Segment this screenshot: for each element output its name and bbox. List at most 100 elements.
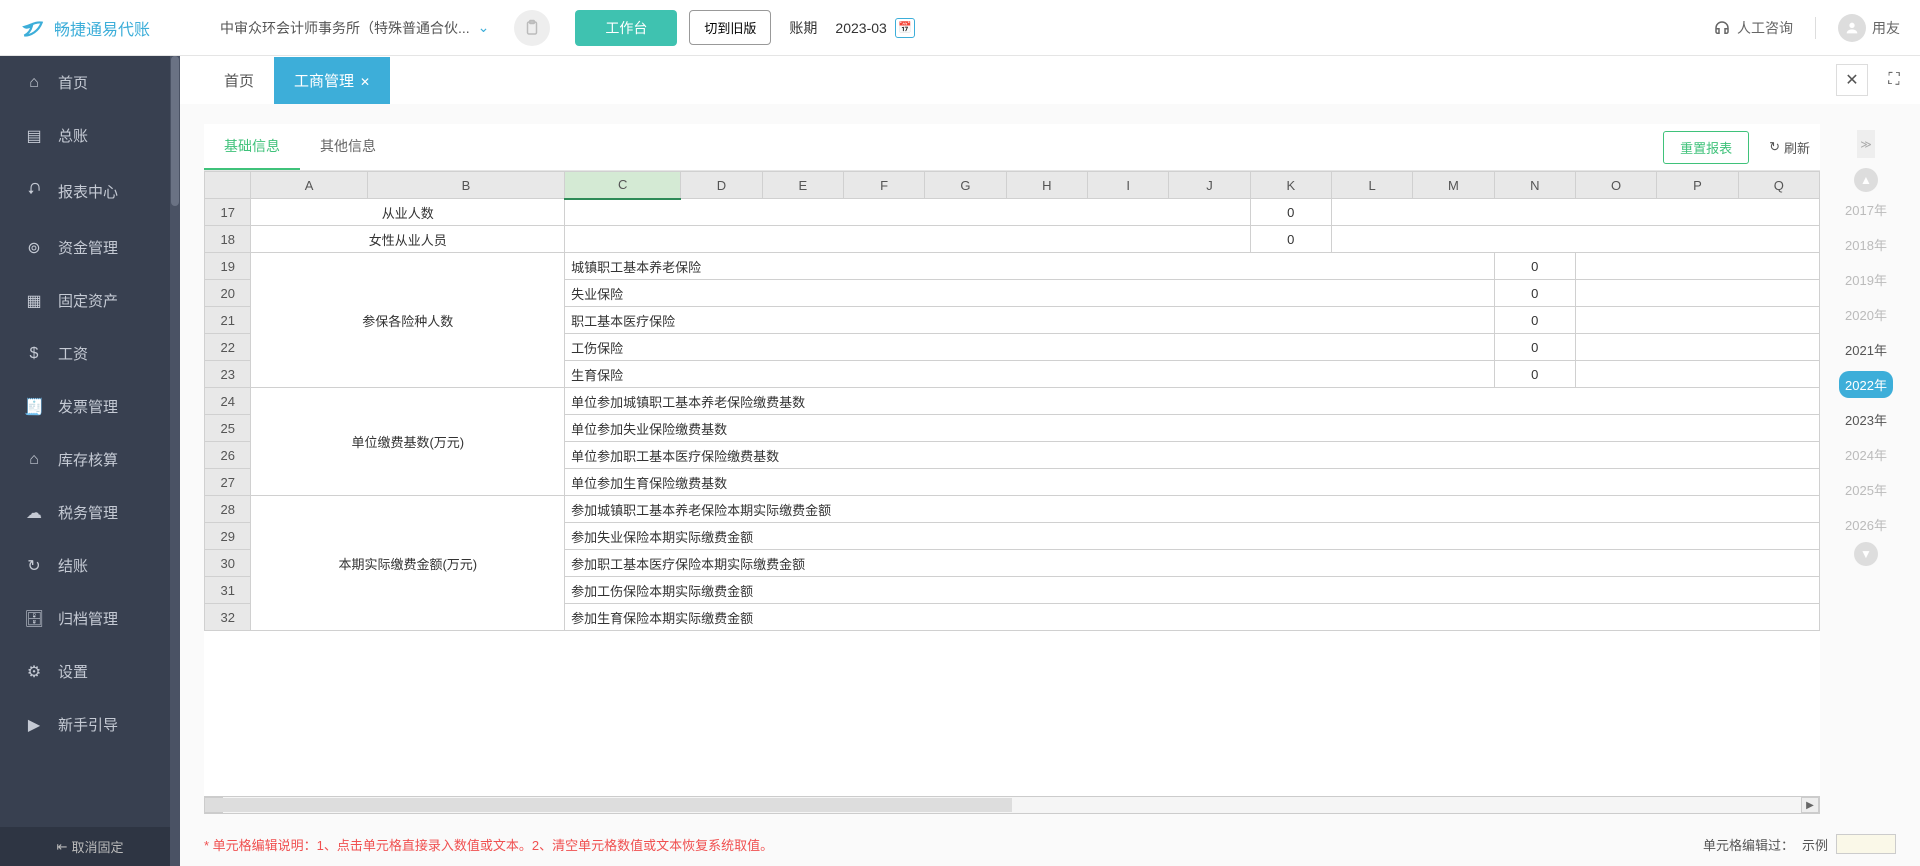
user-menu[interactable]: 用友 — [1838, 14, 1900, 42]
scroll-right-icon[interactable]: ▶ — [1801, 797, 1819, 813]
row-header[interactable]: 25 — [205, 415, 251, 442]
value-cell[interactable]: 0 — [1494, 361, 1575, 388]
col-header-J[interactable]: J — [1169, 172, 1250, 199]
row-header[interactable]: 26 — [205, 442, 251, 469]
data-label-cell[interactable]: 参加生育保险本期实际缴费金额 — [565, 604, 1820, 631]
col-header-N[interactable]: N — [1494, 172, 1575, 199]
sidebar-item-4[interactable]: ▦固定资产 — [0, 274, 180, 327]
row-header[interactable]: 28 — [205, 496, 251, 523]
col-header-M[interactable]: M — [1413, 172, 1494, 199]
row-header[interactable]: 24 — [205, 388, 251, 415]
year-item[interactable]: 2022年 — [1839, 371, 1893, 398]
year-item[interactable]: 2026年 — [1839, 511, 1893, 538]
workbench-button[interactable]: 工作台 — [575, 10, 677, 46]
page-tab-0[interactable]: 首页 — [204, 57, 274, 104]
row-label[interactable]: 女性从业人员 — [251, 226, 565, 253]
page-tab-1[interactable]: 工商管理✕ — [274, 57, 390, 104]
group-label[interactable]: 单位缴费基数(万元) — [251, 388, 565, 496]
sidebar-item-6[interactable]: 🧾发票管理 — [0, 380, 180, 433]
data-label-cell[interactable]: 参加失业保险本期实际缴费金额 — [565, 523, 1820, 550]
sidebar-item-3[interactable]: ⊚资金管理 — [0, 221, 180, 274]
year-item[interactable]: 2024年 — [1839, 441, 1893, 468]
scroll-thumb[interactable] — [205, 798, 1012, 812]
collapse-year-panel-icon[interactable]: ≫ — [1857, 130, 1875, 158]
close-icon[interactable]: ✕ — [360, 75, 370, 89]
year-item[interactable]: 2018年 — [1839, 231, 1893, 258]
sidebar-item-7[interactable]: ⌂库存核算 — [0, 433, 180, 486]
value-cell[interactable]: 0 — [1494, 253, 1575, 280]
data-label-cell[interactable]: 参加城镇职工基本养老保险本期实际缴费金额 — [565, 496, 1820, 523]
col-header-I[interactable]: I — [1087, 172, 1168, 199]
row-header[interactable]: 31 — [205, 577, 251, 604]
data-label-cell[interactable]: 参加工伤保险本期实际缴费金额 — [565, 577, 1820, 604]
grid-row-19[interactable]: 19参保各险种人数城镇职工基本养老保险0 — [205, 253, 1820, 280]
row-header[interactable]: 30 — [205, 550, 251, 577]
org-selector[interactable]: 中审众环会计师事务所（特殊普通合伙... ⌄ — [220, 18, 489, 38]
data-label-cell[interactable]: 参加职工基本医疗保险本期实际缴费金额 — [565, 550, 1820, 577]
data-label-cell[interactable]: 失业保险 — [565, 280, 1494, 307]
row-header[interactable]: 18 — [205, 226, 251, 253]
row-header[interactable]: 32 — [205, 604, 251, 631]
row-header[interactable]: 29 — [205, 523, 251, 550]
row-header[interactable]: 17 — [205, 199, 251, 226]
col-header-A[interactable]: A — [251, 172, 367, 199]
fullscreen-button[interactable]: ⛶ — [1878, 64, 1910, 96]
value-cell[interactable]: 0 — [1494, 280, 1575, 307]
support-link[interactable]: 人工咨询 — [1713, 18, 1793, 38]
col-header-O[interactable]: O — [1575, 172, 1656, 199]
data-label-cell[interactable]: 单位参加失业保险缴费基数 — [565, 415, 1820, 442]
year-item[interactable]: 2023年 — [1839, 406, 1893, 433]
group-label[interactable]: 本期实际缴费金额(万元) — [251, 496, 565, 631]
spreadsheet-grid[interactable]: ABCDEFGHIJKLMNOPQ 17从业人数018女性从业人员019参保各险… — [204, 171, 1820, 631]
calendar-icon[interactable]: 📅 — [895, 18, 915, 38]
unpin-button[interactable]: ⇤ 取消固定 — [0, 827, 180, 866]
value-cell[interactable]: 0 — [1250, 199, 1331, 226]
col-header-C[interactable]: C — [565, 172, 681, 199]
data-label-cell[interactable]: 单位参加职工基本医疗保险缴费基数 — [565, 442, 1820, 469]
data-label-cell[interactable]: 单位参加生育保险缴费基数 — [565, 469, 1820, 496]
sidebar-item-5[interactable]: $工资 — [0, 327, 180, 380]
col-header-L[interactable]: L — [1331, 172, 1412, 199]
sidebar-item-1[interactable]: ▤总账 — [0, 109, 180, 162]
sidebar-item-2[interactable]: ⮏报表中心 — [0, 162, 180, 221]
grid-row-28[interactable]: 28本期实际缴费金额(万元)参加城镇职工基本养老保险本期实际缴费金额 — [205, 496, 1820, 523]
year-item[interactable]: 2021年 — [1839, 336, 1893, 363]
value-cell[interactable]: 0 — [1250, 226, 1331, 253]
data-label-cell[interactable]: 工伤保险 — [565, 334, 1494, 361]
refresh-button[interactable]: ↻ 刷新 — [1769, 138, 1810, 157]
row-header[interactable]: 22 — [205, 334, 251, 361]
grid-row-18[interactable]: 18女性从业人员 0 — [205, 226, 1820, 253]
col-header-D[interactable]: D — [681, 172, 762, 199]
clipboard-button[interactable] — [514, 10, 550, 46]
reset-report-button[interactable]: 重置报表 — [1663, 131, 1749, 164]
col-header-E[interactable]: E — [762, 172, 843, 199]
sidebar-item-10[interactable]: 🗄归档管理 — [0, 592, 180, 645]
year-item[interactable]: 2019年 — [1839, 266, 1893, 293]
row-label[interactable]: 从业人数 — [251, 199, 565, 226]
sheet-tab-0[interactable]: 基础信息 — [204, 124, 300, 170]
close-tab-button[interactable]: ✕ — [1836, 64, 1868, 96]
col-header-H[interactable]: H — [1006, 172, 1087, 199]
group-label[interactable]: 参保各险种人数 — [251, 253, 565, 388]
sheet-tab-1[interactable]: 其他信息 — [300, 124, 396, 170]
grid-row-17[interactable]: 17从业人数 0 — [205, 199, 1820, 226]
col-header-K[interactable]: K — [1250, 172, 1331, 199]
year-item[interactable]: 2025年 — [1839, 476, 1893, 503]
row-header[interactable]: 20 — [205, 280, 251, 307]
year-item[interactable]: 2017年 — [1839, 196, 1893, 223]
value-cell[interactable]: 0 — [1494, 307, 1575, 334]
data-label-cell[interactable]: 职工基本医疗保险 — [565, 307, 1494, 334]
data-label-cell[interactable]: 单位参加城镇职工基本养老保险缴费基数 — [565, 388, 1820, 415]
col-header-G[interactable]: G — [925, 172, 1006, 199]
data-label-cell[interactable]: 生育保险 — [565, 361, 1494, 388]
col-header-Q[interactable]: Q — [1738, 172, 1819, 199]
sidebar-item-8[interactable]: ☁税务管理 — [0, 486, 180, 539]
row-header[interactable]: 19 — [205, 253, 251, 280]
year-up-button[interactable]: ▲ — [1854, 168, 1878, 192]
col-header-P[interactable]: P — [1657, 172, 1738, 199]
data-label-cell[interactable]: 城镇职工基本养老保险 — [565, 253, 1494, 280]
col-header-B[interactable]: B — [367, 172, 565, 199]
sidebar-item-11[interactable]: ⚙设置 — [0, 645, 180, 698]
year-down-button[interactable]: ▼ — [1854, 542, 1878, 566]
corner-cell[interactable] — [205, 172, 251, 199]
